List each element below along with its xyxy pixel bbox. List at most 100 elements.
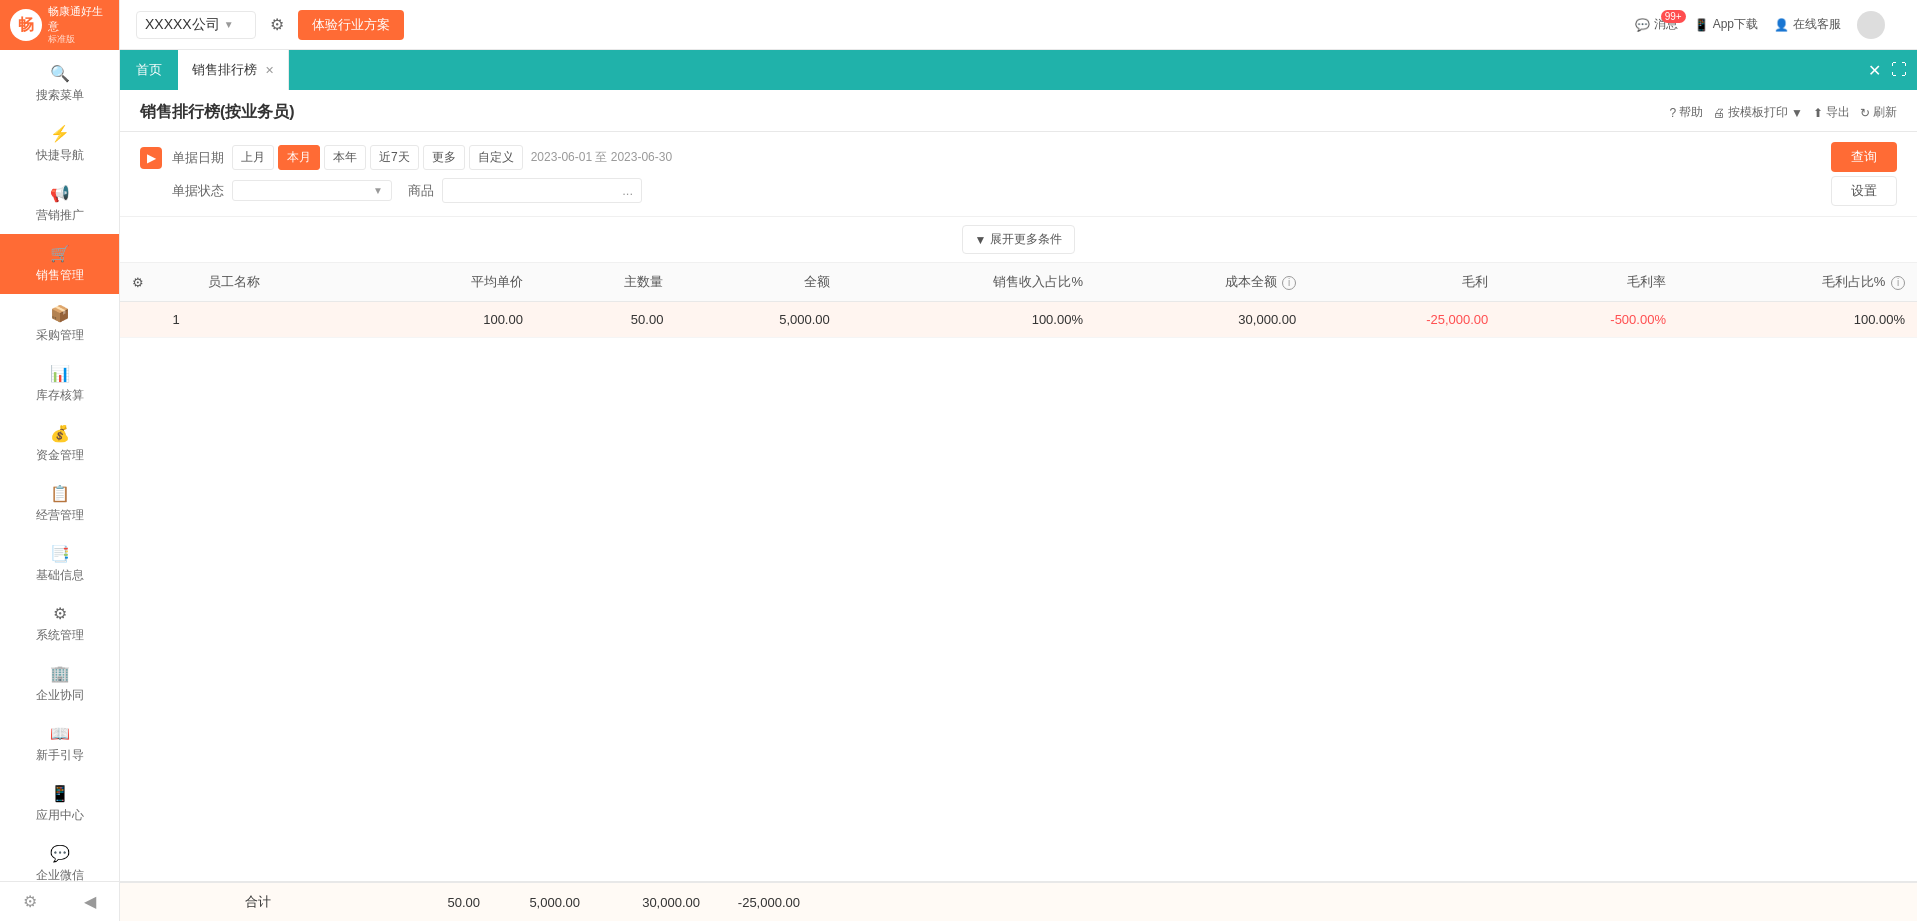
tab-sales-ranking[interactable]: 销售排行榜 ✕: [178, 50, 289, 90]
row-employee: [196, 302, 365, 338]
setting-button[interactable]: 设置: [1831, 176, 1897, 206]
company-selector[interactable]: XXXXX公司 ▼: [136, 11, 256, 39]
date-btn-本年[interactable]: 本年: [324, 145, 366, 170]
message-button[interactable]: 💬 消息 99+: [1635, 16, 1678, 33]
sidebar-item-wechat[interactable]: 💬企业微信: [0, 834, 119, 881]
sidebar-item-sales[interactable]: 🛒销售管理: [0, 234, 119, 294]
query-button[interactable]: 查询: [1831, 142, 1897, 172]
sidebar-item-label: 资金管理: [36, 447, 84, 464]
sidebar-item-quick-nav[interactable]: ⚡ 快捷导航: [0, 114, 119, 174]
sidebar-item-operations[interactable]: 📋经营管理: [0, 474, 119, 534]
operations-icon: 📋: [50, 484, 70, 503]
date-buttons: 上月本月本年近7天更多自定义: [232, 145, 523, 170]
tab-home[interactable]: 首页: [120, 50, 178, 90]
sidebar-item-label: 采购管理: [36, 327, 84, 344]
col-gross-ratio: 毛利占比% i: [1678, 263, 1917, 302]
trial-button[interactable]: 体验行业方案: [298, 10, 404, 40]
footer-total-label: 合计: [132, 893, 392, 911]
sales-table: ⚙ 员工名称 平均单价 主数量 全额 销售收入占比% 成本全额 i 毛利 毛利率: [120, 263, 1917, 338]
sidebar-item-label: 快捷导航: [36, 147, 84, 164]
goods-more-icon: ...: [622, 183, 633, 198]
wechat-icon: 💬: [50, 844, 70, 863]
table-header-row: ⚙ 员工名称 平均单价 主数量 全额 销售收入占比% 成本全额 i 毛利 毛利率: [120, 263, 1917, 302]
date-btn-本月[interactable]: 本月: [278, 145, 320, 170]
sidebar-item-app-center[interactable]: 📱应用中心: [0, 774, 119, 834]
date-btn-更多[interactable]: 更多: [423, 145, 465, 170]
cost-info-icon[interactable]: i: [1282, 276, 1296, 290]
goods-input[interactable]: ...: [442, 178, 642, 203]
sidebar-item-marketing[interactable]: 📢营销推广: [0, 174, 119, 234]
app-download-button[interactable]: 📱 App下载: [1694, 16, 1758, 33]
service-button[interactable]: 👤 在线客服: [1774, 16, 1841, 33]
col-quantity: 主数量: [535, 263, 675, 302]
company-name: XXXXX公司: [145, 16, 220, 34]
message-badge: 99+: [1661, 10, 1686, 23]
col-rank: [156, 263, 196, 302]
date-btn-近7天[interactable]: 近7天: [370, 145, 419, 170]
user-avatar[interactable]: [1857, 11, 1885, 39]
enterprise-icon: 🏢: [50, 664, 70, 683]
sidebar-item-label: 企业协同: [36, 687, 84, 704]
footer-amount: 5,000.00: [492, 895, 592, 910]
inventory-icon: 📊: [50, 364, 70, 383]
content-area: 销售排行榜(按业务员) ? 帮助 🖨 按模板打印 ▼ ⬆ 导出: [120, 90, 1917, 921]
col-avg-price: 平均单价: [365, 263, 534, 302]
template-print-button[interactable]: 🖨 按模板打印 ▼: [1713, 104, 1803, 121]
expand-row: ▼ 展开更多条件: [120, 217, 1917, 263]
guide-icon: 📖: [50, 724, 70, 743]
footer-cost: 30,000.00: [592, 895, 712, 910]
tab-close-icon[interactable]: ✕: [265, 64, 274, 77]
col-sales-ratio: 销售收入占比%: [842, 263, 1095, 302]
tab-active-label: 销售排行榜: [192, 61, 257, 79]
date-filter-label: 单据日期: [172, 149, 224, 167]
sidebar-item-guide[interactable]: 📖新手引导: [0, 714, 119, 774]
gross-ratio-info-icon[interactable]: i: [1891, 276, 1905, 290]
sidebar-item-label: 库存核算: [36, 387, 84, 404]
row-rank: 1: [156, 302, 196, 338]
sidebar: 畅 畅康通好生意 标准版 🔍搜索菜单⚡快捷导航📢营销推广🛒销售管理📦采购管理📊库…: [0, 0, 120, 921]
sidebar-nav: 🔍搜索菜单 ⚡ 快捷导航 📢营销推广🛒销售管理📦采购管理 📊 库存核算 💰资金管理📋经营管理…: [0, 50, 119, 881]
sidebar-item-purchase[interactable]: 📦采购管理: [0, 294, 119, 354]
col-cost: 成本全额 i: [1095, 263, 1308, 302]
help-link[interactable]: ? 帮助: [1669, 104, 1703, 121]
service-icon: 👤: [1774, 18, 1789, 32]
date-btn-上月[interactable]: 上月: [232, 145, 274, 170]
search-icon: 🔍: [50, 64, 70, 83]
status-dropdown-icon: ▼: [373, 185, 383, 196]
col-settings[interactable]: ⚙: [120, 263, 156, 302]
filter-collapse-btn[interactable]: ▶: [140, 147, 162, 169]
row-avg-price: 100.00: [365, 302, 534, 338]
app-icon: 📱: [1694, 18, 1709, 32]
system-icon: ⚙: [53, 604, 67, 623]
sidebar-bottom: ⚙ ◀: [0, 881, 119, 921]
refresh-button[interactable]: ↻ 刷新: [1860, 104, 1897, 121]
help-icon: ?: [1669, 106, 1676, 120]
topbar-settings-icon[interactable]: ⚙: [270, 15, 284, 34]
date-btn-自定义[interactable]: 自定义: [469, 145, 523, 170]
sidebar-item-label: 应用中心: [36, 807, 84, 824]
page-header: 销售排行榜(按业务员) ? 帮助 🖨 按模板打印 ▼ ⬆ 导出: [120, 90, 1917, 132]
page-title-row: 销售排行榜(按业务员) ? 帮助 🖨 按模板打印 ▼ ⬆ 导出: [140, 102, 1897, 131]
tab-expand-icon[interactable]: ⛶: [1891, 61, 1907, 79]
sidebar-item-system[interactable]: ⚙系统管理: [0, 594, 119, 654]
sidebar-collapse-icon[interactable]: ◀: [84, 892, 96, 911]
expand-conditions-btn[interactable]: ▼ 展开更多条件: [962, 225, 1076, 254]
tab-close-window-icon[interactable]: ✕: [1868, 61, 1881, 80]
print-dropdown-icon: ▼: [1791, 106, 1803, 120]
sidebar-settings-icon[interactable]: ⚙: [23, 892, 37, 911]
quick-nav-icon: ⚡: [50, 124, 70, 143]
date-range-text: 2023-06-01 至 2023-06-30: [531, 149, 672, 166]
row-sales-ratio: 100.00%: [842, 302, 1095, 338]
sidebar-item-inventory[interactable]: 📊 库存核算: [0, 354, 119, 414]
sidebar-item-basic-info[interactable]: 📑基础信息: [0, 534, 119, 594]
table-row: 1 100.00 50.00 5,000.00 100.00% 30,000.0…: [120, 302, 1917, 338]
logo-text: 畅康通好生意 标准版: [48, 4, 109, 46]
export-button[interactable]: ⬆ 导出: [1813, 104, 1850, 121]
col-gross: 毛利: [1308, 263, 1500, 302]
message-icon: 💬: [1635, 18, 1650, 32]
sidebar-item-finance[interactable]: 💰资金管理: [0, 414, 119, 474]
status-select[interactable]: ▼: [232, 180, 392, 201]
sidebar-item-search[interactable]: 🔍搜索菜单: [0, 54, 119, 114]
col-employee: 员工名称: [196, 263, 365, 302]
sidebar-item-enterprise[interactable]: 🏢 企业协同: [0, 654, 119, 714]
